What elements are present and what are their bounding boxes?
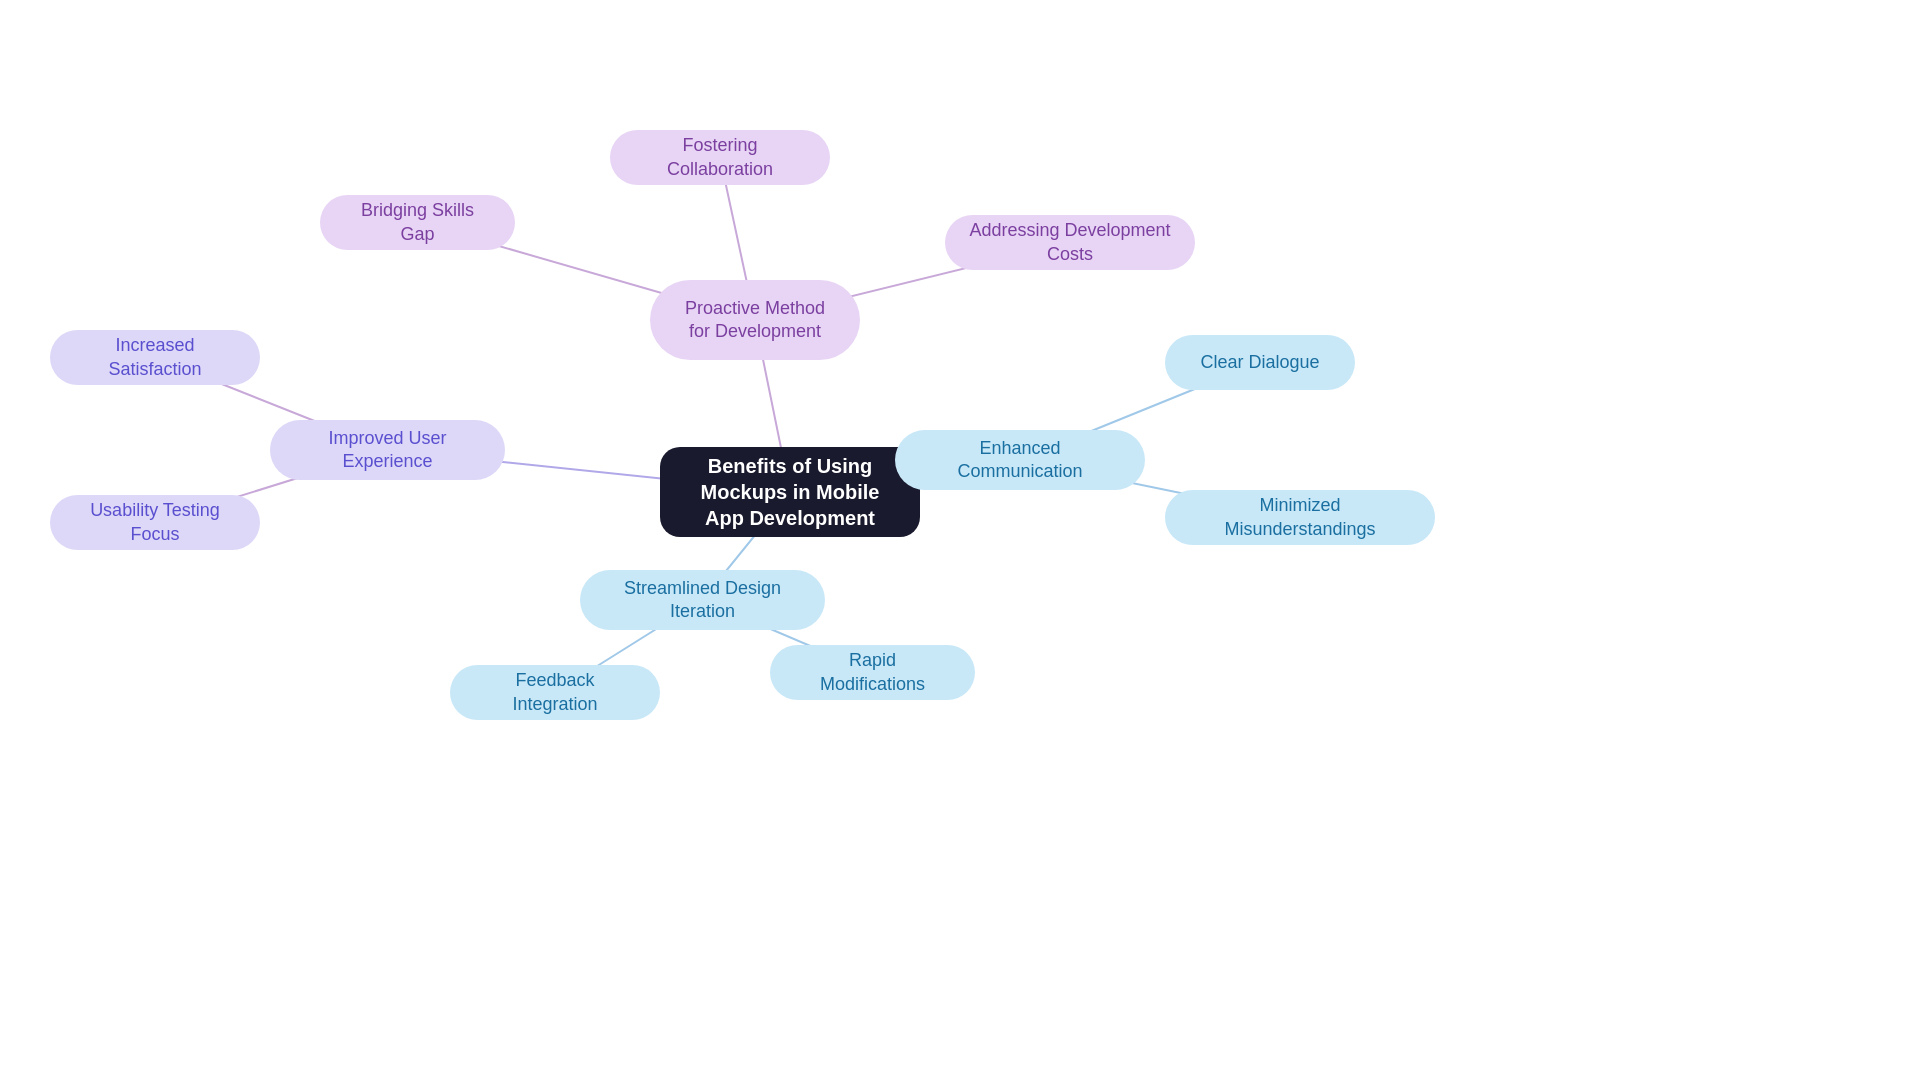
node-improved: Improved User Experience — [270, 420, 505, 480]
node-bridging: Bridging Skills Gap — [320, 195, 515, 250]
node-streamlined: Streamlined Design Iteration — [580, 570, 825, 630]
mindmap-container: Benefits of Using Mockups in Mobile App … — [0, 0, 1920, 1083]
node-feedback: Feedback Integration — [450, 665, 660, 720]
node-usability: Usability Testing Focus — [50, 495, 260, 550]
node-proactive: Proactive Method for Development — [650, 280, 860, 360]
node-addressing: Addressing Development Costs — [945, 215, 1195, 270]
node-increased: Increased Satisfaction — [50, 330, 260, 385]
node-enhanced: Enhanced Communication — [895, 430, 1145, 490]
center-node: Benefits of Using Mockups in Mobile App … — [660, 447, 920, 537]
node-clear: Clear Dialogue — [1165, 335, 1355, 390]
node-minimized: Minimized Misunderstandings — [1165, 490, 1435, 545]
node-fostering: Fostering Collaboration — [610, 130, 830, 185]
connections-svg — [0, 0, 1920, 1083]
node-rapid: Rapid Modifications — [770, 645, 975, 700]
